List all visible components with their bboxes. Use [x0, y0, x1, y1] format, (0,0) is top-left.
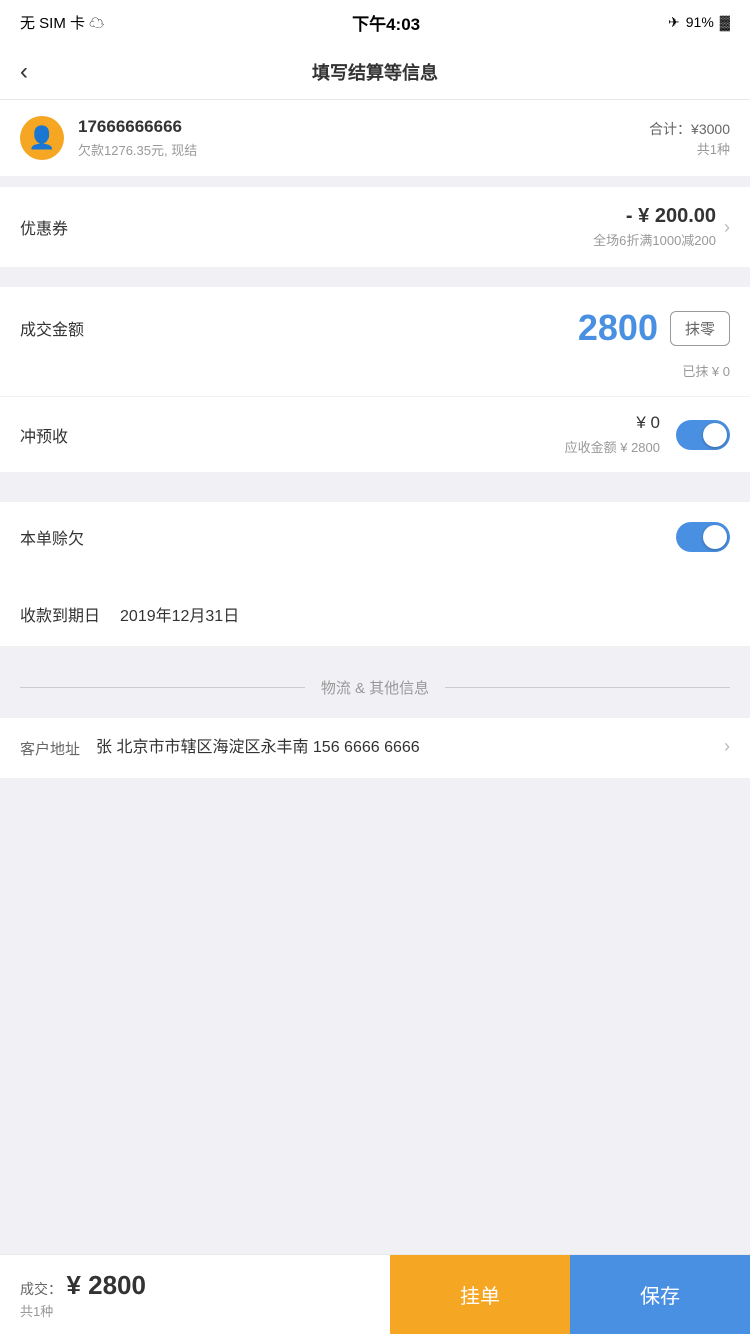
coupon-row[interactable]: 优惠券 - ¥ 200.00 全场6折满1000减200 ›	[0, 186, 750, 267]
duedate-value: 2019年12月31日	[120, 602, 239, 626]
precharge-toggle[interactable]	[676, 420, 730, 450]
coupon-discount: - ¥ 200.00	[593, 205, 716, 228]
header-line-right	[445, 687, 730, 688]
round-button[interactable]: 抹零	[670, 311, 730, 346]
duedate-label: 收款到期日	[20, 602, 100, 626]
save-button[interactable]: 保存	[570, 1255, 750, 1334]
amount-label: 成交金额	[20, 316, 84, 340]
amount-value: 2800	[578, 307, 658, 349]
duedate-row: 收款到期日 2019年12月31日	[0, 582, 750, 647]
coupon-desc: 全场6折满1000减200	[593, 230, 716, 249]
sim-status: 无 SIM 卡 ☁	[20, 12, 104, 33]
page-title: 填写结算等信息	[312, 59, 438, 85]
bottom-amount: ¥ 2800	[66, 1270, 146, 1300]
precharge-sub: 应收金额 ¥ 2800	[565, 437, 660, 456]
bottom-bar: 成交： ¥ 2800 共1种 挂单 保存	[0, 1254, 750, 1334]
header-line-left	[20, 687, 305, 688]
avatar-icon: 👤	[28, 125, 55, 151]
credit-row: 本单赊欠	[0, 492, 750, 572]
amount-section: 成交金额 2800 抹零 已抹 ¥ 0 冲预收 ¥ 0 应收金额 ¥ 2800	[0, 287, 750, 472]
logistics-title: 物流 & 其他信息	[321, 677, 429, 698]
address-section[interactable]: 客户地址 张 北京市市辖区海淀区永丰南 156 6666 6666 ›	[0, 718, 750, 778]
precharge-label: 冲预收	[20, 423, 68, 447]
credit-section: 本单赊欠 收款到期日 2019年12月31日	[0, 492, 750, 647]
customer-section: 👤 17666666666 欠款1276.35元, 现结 合计：¥3000 共1…	[0, 100, 750, 176]
address-chevron-icon: ›	[724, 736, 730, 757]
customer-phone: 17666666666	[78, 117, 197, 137]
bottom-count: 共1种	[20, 1301, 370, 1320]
bottom-info: 成交： ¥ 2800 共1种	[0, 1255, 390, 1334]
section-divider-2	[0, 482, 750, 492]
coupon-chevron-icon: ›	[724, 217, 730, 238]
status-bar: 无 SIM 卡 ☁ 下午4:03 ✈ 91% ▓	[0, 0, 750, 44]
credit-toggle[interactable]	[676, 522, 730, 552]
address-label: 客户地址	[20, 738, 80, 759]
status-right: ✈ 91% ▓	[668, 14, 730, 31]
bottom-spacer	[0, 788, 750, 878]
back-button[interactable]: ‹	[20, 58, 28, 86]
battery-status: 91%	[686, 14, 714, 30]
status-time: 下午4:03	[352, 10, 420, 35]
battery-icon: ▓	[720, 14, 730, 30]
amount-sub: 已抹 ¥ 0	[20, 361, 730, 396]
section-divider-1	[0, 277, 750, 287]
precharge-row: 冲预收 ¥ 0 应收金额 ¥ 2800	[0, 396, 750, 472]
precharge-amount: ¥ 0	[636, 413, 660, 433]
bottom-amount-label: 成交：	[20, 1281, 62, 1297]
address-row[interactable]: 客户地址 张 北京市市辖区海淀区永丰南 156 6666 6666 ›	[0, 718, 750, 778]
total-label: 合计：¥3000	[649, 119, 730, 139]
avatar: 👤	[20, 116, 64, 160]
hold-button[interactable]: 挂单	[390, 1255, 570, 1334]
location-icon: ✈	[668, 14, 680, 31]
coupon-section[interactable]: 优惠券 - ¥ 200.00 全场6折满1000减200 ›	[0, 186, 750, 267]
status-left: 无 SIM 卡 ☁	[20, 12, 104, 33]
logistics-header: 物流 & 其他信息	[0, 657, 750, 718]
address-value: 张 北京市市辖区海淀区永丰南 156 6666 6666	[96, 736, 724, 760]
credit-label: 本单赊欠	[20, 525, 84, 549]
amount-row: 成交金额 2800 抹零	[20, 307, 730, 361]
customer-sub: 欠款1276.35元, 现结	[78, 140, 197, 159]
total-count: 共1种	[649, 139, 730, 158]
coupon-label: 优惠券	[20, 215, 68, 239]
nav-bar: ‹ 填写结算等信息	[0, 44, 750, 100]
